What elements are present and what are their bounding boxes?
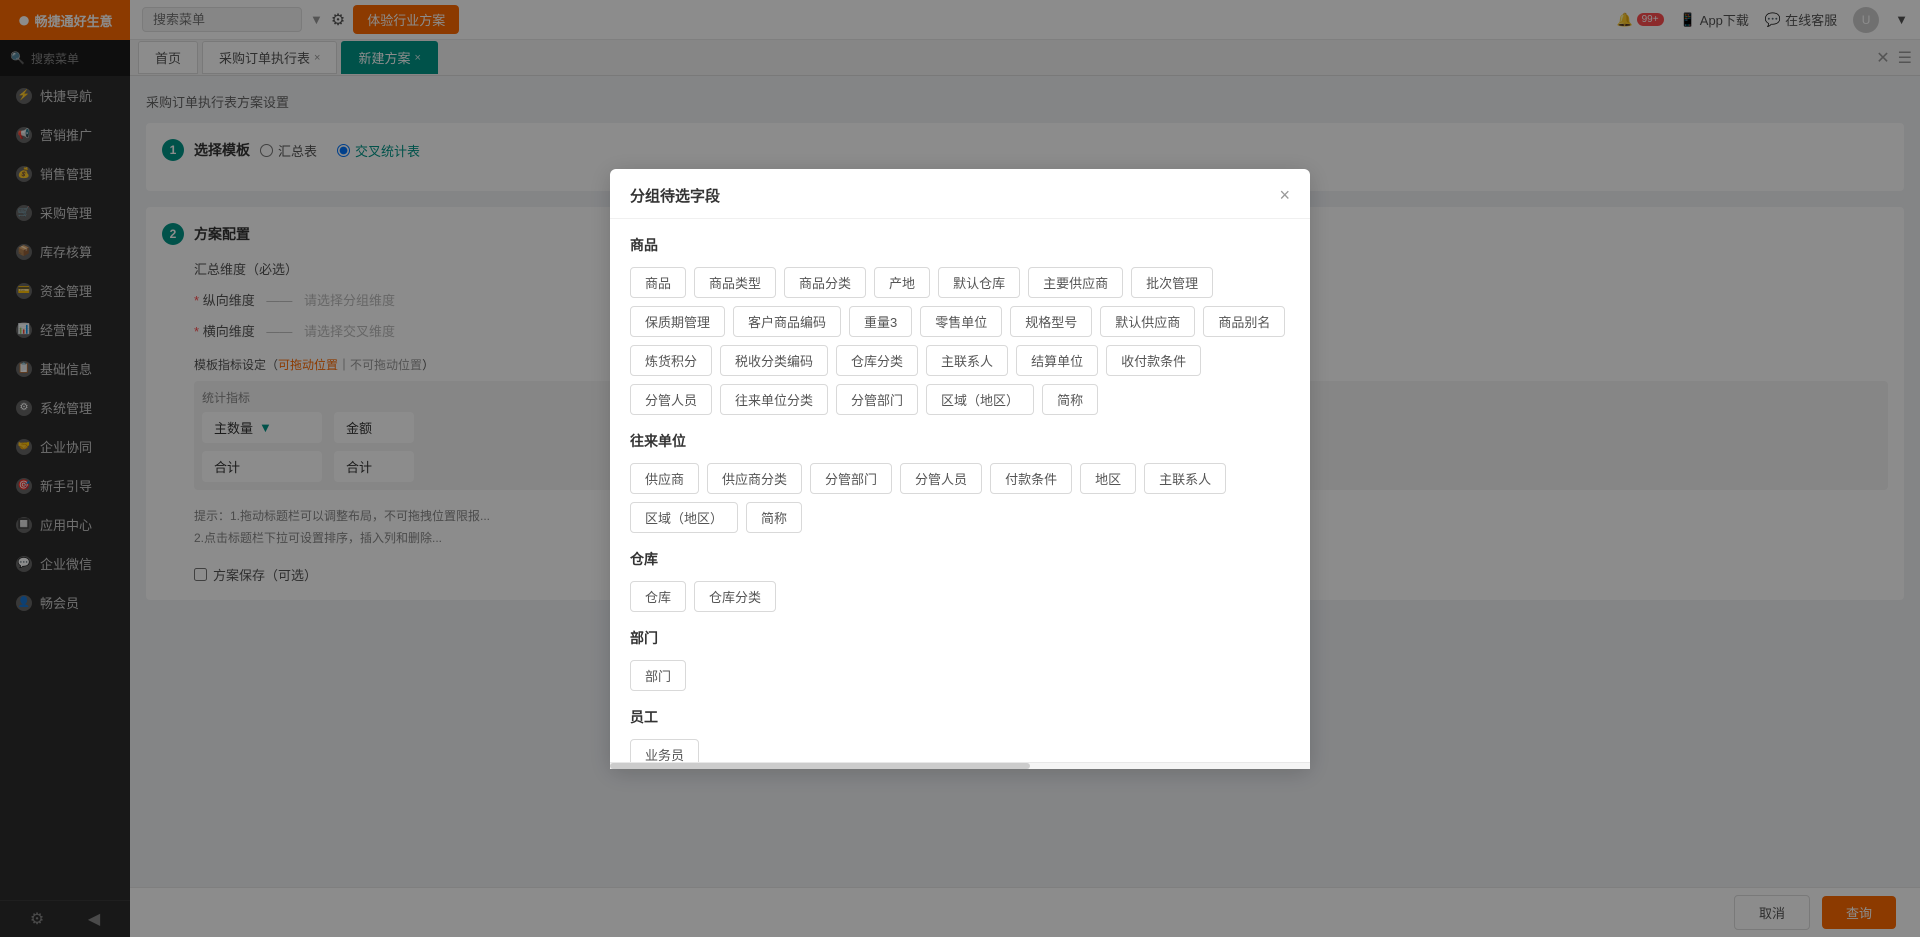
partner-chips: 供应商 供应商分类 分管部门 分管人员 付款条件 地区 主联系人 区域（地区） … — [630, 463, 1290, 533]
employee-chips: 业务员 — [630, 739, 1290, 763]
modal-overlay: 分组待选字段 × 商品 商品 商品类型 商品分类 产地 默认仓库 主要供应商 批… — [0, 0, 1920, 937]
chip-shelf-life[interactable]: 保质期管理 — [630, 306, 725, 337]
chip-pay-terms[interactable]: 收付款条件 — [1106, 345, 1201, 376]
chip-origin[interactable]: 产地 — [874, 267, 930, 298]
chip-salesperson[interactable]: 业务员 — [630, 739, 699, 763]
group-title-product: 商品 — [630, 235, 1290, 255]
chip-wh-category[interactable]: 仓库分类 — [836, 345, 918, 376]
chip-wh[interactable]: 仓库 — [630, 581, 686, 612]
chip-payment-terms[interactable]: 付款条件 — [990, 463, 1072, 494]
chip-department[interactable]: 部门 — [630, 660, 686, 691]
modal-close-icon[interactable]: × — [1279, 186, 1290, 204]
modal-header: 分组待选字段 × — [610, 169, 1310, 219]
department-chips: 部门 — [630, 660, 1290, 691]
chip-main-supplier[interactable]: 主要供应商 — [1028, 267, 1123, 298]
chip-points[interactable]: 炼货积分 — [630, 345, 712, 376]
product-chips: 商品 商品类型 商品分类 产地 默认仓库 主要供应商 批次管理 保质期管理 客户… — [630, 267, 1290, 415]
chip-product-type[interactable]: 商品类型 — [694, 267, 776, 298]
chip-default-supplier[interactable]: 默认供应商 — [1100, 306, 1195, 337]
chip-area[interactable]: 地区 — [1080, 463, 1136, 494]
chip-region[interactable]: 区域（地区） — [926, 384, 1034, 415]
chip-product-category[interactable]: 商品分类 — [784, 267, 866, 298]
chip-dept[interactable]: 分管部门 — [836, 384, 918, 415]
modal-hscroll-thumb — [610, 763, 1030, 768]
chip-tax-code[interactable]: 税收分类编码 — [720, 345, 828, 376]
chip-alias[interactable]: 商品别名 — [1203, 306, 1285, 337]
chip-short-name[interactable]: 简称 — [1042, 384, 1098, 415]
chip-settle-unit[interactable]: 结算单位 — [1016, 345, 1098, 376]
group-title-department: 部门 — [630, 628, 1290, 648]
chip-short-name2[interactable]: 简称 — [746, 502, 802, 533]
group-title-partner: 往来单位 — [630, 431, 1290, 451]
group-title-employee: 员工 — [630, 707, 1290, 727]
chip-main-contact[interactable]: 主联系人 — [926, 345, 1008, 376]
chip-spec-model[interactable]: 规格型号 — [1010, 306, 1092, 337]
chip-partner-dept[interactable]: 分管部门 — [810, 463, 892, 494]
warehouse-chips: 仓库 仓库分类 — [630, 581, 1290, 612]
chip-partner-category[interactable]: 往来单位分类 — [720, 384, 828, 415]
chip-supplier[interactable]: 供应商 — [630, 463, 699, 494]
chip-wh-cat[interactable]: 仓库分类 — [694, 581, 776, 612]
modal-hscroll[interactable] — [610, 762, 1310, 768]
chip-batch-mgmt[interactable]: 批次管理 — [1131, 267, 1213, 298]
modal: 分组待选字段 × 商品 商品 商品类型 商品分类 产地 默认仓库 主要供应商 批… — [610, 169, 1310, 769]
group-title-warehouse: 仓库 — [630, 549, 1290, 569]
modal-title: 分组待选字段 — [630, 185, 720, 206]
chip-main-contact2[interactable]: 主联系人 — [1144, 463, 1226, 494]
chip-manager[interactable]: 分管人员 — [630, 384, 712, 415]
chip-region2[interactable]: 区域（地区） — [630, 502, 738, 533]
chip-default-warehouse[interactable]: 默认仓库 — [938, 267, 1020, 298]
chip-partner-manager[interactable]: 分管人员 — [900, 463, 982, 494]
chip-retail-unit[interactable]: 零售单位 — [920, 306, 1002, 337]
chip-weight[interactable]: 重量3 — [849, 306, 912, 337]
modal-body[interactable]: 商品 商品 商品类型 商品分类 产地 默认仓库 主要供应商 批次管理 保质期管理… — [610, 219, 1310, 763]
chip-supplier-cat[interactable]: 供应商分类 — [707, 463, 802, 494]
chip-customer-code[interactable]: 客户商品编码 — [733, 306, 841, 337]
chip-product[interactable]: 商品 — [630, 267, 686, 298]
